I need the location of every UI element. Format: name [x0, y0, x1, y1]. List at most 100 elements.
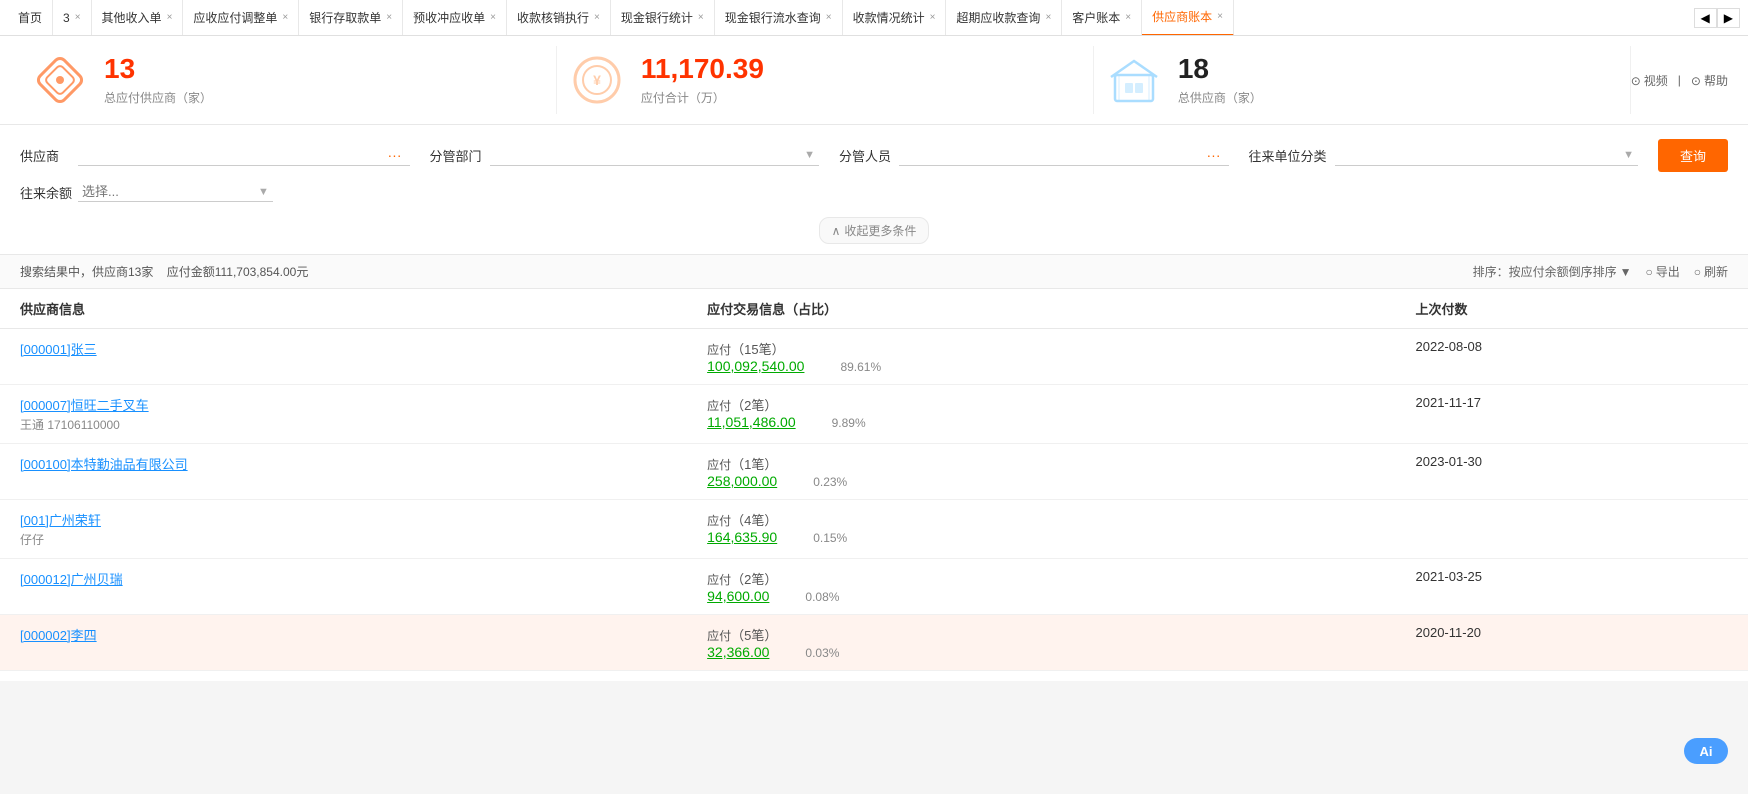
- nav-tab-supplier-ledger[interactable]: 供应商账本 ×: [1142, 0, 1234, 36]
- supplier-link[interactable]: [000002]李四: [20, 628, 97, 643]
- supplier-link[interactable]: [000100]本特勤油品有限公司: [20, 457, 188, 472]
- nav-tab-overdue-ar[interactable]: 超期应收款查询 ×: [946, 0, 1062, 36]
- tx-label: 应付: [707, 514, 731, 528]
- nav-tab-3-label: 3: [63, 11, 70, 25]
- nav-tab-prepay-ar-label: 预收冲应收单: [413, 9, 485, 26]
- result-summary-text: 搜索结果中，供应商13家 应付金额111,703,854.00元: [20, 263, 308, 280]
- tx-amount[interactable]: 100,092,540.00: [707, 358, 804, 374]
- nav-tab-3-close[interactable]: ×: [75, 12, 81, 23]
- nav-tab-customer-ledger[interactable]: 客户账本 ×: [1062, 0, 1142, 36]
- table-row: [000100]本特勤油品有限公司应付（1笔）258,000.000.23%20…: [0, 444, 1748, 500]
- nav-tab-other-income[interactable]: 其他收入单 ×: [92, 0, 184, 36]
- nav-tab-ar-ap-adjust-close[interactable]: ×: [282, 12, 288, 23]
- category-filter-label: 往来单位分类: [1249, 146, 1327, 165]
- nav-tab-other-income-close[interactable]: ×: [167, 12, 173, 23]
- sort-chevron-icon: ▼: [1620, 265, 1632, 279]
- nav-tab-prepay-ar[interactable]: 预收冲应收单 ×: [403, 0, 507, 36]
- nav-tab-cash-bank-stat[interactable]: 现金银行统计 ×: [611, 0, 715, 36]
- col-header-transaction: 应付交易信息（占比）: [687, 289, 1395, 329]
- tx-percent: 89.61%: [840, 360, 881, 374]
- svg-text:¥: ¥: [593, 72, 601, 88]
- filter-section: 供应商 ··· 分管部门 ▼ 分管人员 ··· 往来单位分类: [0, 125, 1748, 255]
- nav-tab-collection-stat[interactable]: 收款情况统计 ×: [843, 0, 947, 36]
- person-filter-input[interactable]: [903, 148, 1202, 163]
- supplier-dots-button[interactable]: ···: [384, 147, 406, 163]
- category-filter-select[interactable]: ▼: [1335, 146, 1638, 166]
- supplier-link[interactable]: [001]广州荣轩: [20, 513, 101, 528]
- dept-filter-label: 分管部门: [430, 146, 482, 165]
- transaction-label-row: 应付（15笔）: [707, 339, 1375, 358]
- nav-tab-ar-ap-adjust[interactable]: 应收应付调整单 ×: [183, 0, 299, 36]
- tx-label: 应付: [707, 573, 731, 587]
- nav-tab-collection-stat-close[interactable]: ×: [930, 12, 936, 23]
- nav-tab-3[interactable]: 3 ×: [53, 0, 92, 36]
- balance-filter-label: 往来余额: [20, 183, 70, 202]
- filter-supplier: 供应商 ···: [20, 145, 410, 166]
- transaction-amount-row: 100,092,540.00 89.61%: [707, 358, 1375, 374]
- person-dots-button[interactable]: ···: [1203, 147, 1225, 163]
- table-row: [000001]张三应付（15笔）100,092,540.0089.61%202…: [0, 329, 1748, 385]
- tx-label: 应付: [707, 458, 731, 472]
- nav-tab-prepay-ar-close[interactable]: ×: [490, 12, 496, 23]
- nav-tab-bank-deposit[interactable]: 银行存取款单 ×: [299, 0, 403, 36]
- video-link[interactable]: ⊙视频: [1631, 72, 1668, 89]
- tx-amount[interactable]: 11,051,486.00: [707, 414, 796, 430]
- nav-tab-cash-bank-stat-close[interactable]: ×: [698, 12, 704, 23]
- summary-card-payable-suppliers: 13 总应付供应商（家）: [20, 46, 557, 114]
- supplier-cell: [001]广州荣轩仔仔: [0, 500, 687, 559]
- refresh-button[interactable]: ○ 刷新: [1694, 263, 1728, 280]
- last-payment-cell: 2021-11-17: [1396, 385, 1748, 444]
- tx-amount[interactable]: 164,635.90: [707, 529, 777, 545]
- transaction-amount-row: 11,051,486.009.89%: [707, 414, 1375, 430]
- supplier-link[interactable]: [000007]恒旺二手叉车: [20, 398, 149, 413]
- tx-amount[interactable]: 258,000.00: [707, 473, 777, 489]
- tx-amount[interactable]: 32,366.00: [707, 644, 769, 660]
- transaction-cell: 应付（4笔）164,635.900.15%: [687, 500, 1395, 559]
- nav-tab-customer-ledger-close[interactable]: ×: [1125, 12, 1131, 23]
- table-container: 供应商信息 应付交易信息（占比） 上次付数 [000001]张三应付（15笔）1…: [0, 289, 1748, 681]
- tx-label: 应付: [707, 343, 731, 357]
- summary-info-payable-amount: 11,170.39 应付合计（万）: [641, 54, 764, 106]
- nav-tab-home[interactable]: 首页: [8, 0, 53, 36]
- nav-tab-collection-verify-label: 收款核销执行: [517, 9, 589, 26]
- nav-tab-collection-verify[interactable]: 收款核销执行 ×: [507, 0, 611, 36]
- ai-button[interactable]: Ai: [1684, 738, 1728, 764]
- nav-tab-cash-bank-flow[interactable]: 现金银行流水查询 ×: [715, 0, 843, 36]
- collapse-chevron-icon: ∧: [832, 224, 841, 238]
- export-icon: ○: [1645, 265, 1652, 279]
- supplier-link[interactable]: [000001]张三: [20, 342, 97, 357]
- help-link[interactable]: ⊙帮助: [1691, 72, 1728, 89]
- collapse-button[interactable]: ∧ 收起更多条件: [819, 217, 930, 244]
- category-filter-input[interactable]: [1339, 148, 1624, 163]
- dept-filter-select[interactable]: ▼: [490, 146, 819, 166]
- query-button[interactable]: 查询: [1658, 139, 1728, 172]
- dept-filter-input[interactable]: [494, 148, 805, 163]
- supplier-cell: [000100]本特勤油品有限公司: [0, 444, 687, 500]
- nav-tab-cash-bank-flow-close[interactable]: ×: [826, 12, 832, 23]
- balance-filter-select[interactable]: ▼: [78, 182, 273, 202]
- transaction-label-row: 应付（5笔）: [707, 625, 1375, 644]
- filter-balance: 往来余额 ▼: [20, 182, 260, 202]
- supplier-filter-input[interactable]: [82, 148, 384, 163]
- nav-tab-collection-verify-close[interactable]: ×: [594, 12, 600, 23]
- nav-tab-bank-deposit-close[interactable]: ×: [386, 12, 392, 23]
- total-suppliers-label: 总供应商（家）: [1178, 89, 1262, 106]
- tx-percent: 0.15%: [813, 531, 847, 545]
- nav-tab-supplier-ledger-close[interactable]: ×: [1217, 11, 1223, 22]
- sort-button[interactable]: 排序：按应付余额倒序排序 ▼: [1473, 263, 1632, 280]
- nav-prev-button[interactable]: ◀: [1694, 8, 1717, 28]
- filter-row-2: 往来余额 ▼: [20, 182, 1728, 202]
- nav-next-button[interactable]: ▶: [1717, 8, 1740, 28]
- nav-tab-other-income-label: 其他收入单: [102, 9, 162, 26]
- filter-department: 分管部门 ▼: [430, 146, 820, 166]
- nav-tab-overdue-ar-close[interactable]: ×: [1045, 12, 1051, 23]
- tx-percent: 0.23%: [813, 475, 847, 489]
- help-separator: |: [1678, 73, 1681, 87]
- tx-amount[interactable]: 94,600.00: [707, 588, 769, 604]
- transaction-amount-row: 258,000.00 0.23%: [707, 473, 1375, 489]
- help-links: ⊙视频 | ⊙帮助: [1631, 72, 1728, 89]
- supplier-link[interactable]: [000012]广州贝瑞: [20, 572, 123, 587]
- export-button[interactable]: ○ 导出: [1645, 263, 1679, 280]
- nav-tab-cash-bank-stat-label: 现金银行统计: [621, 9, 693, 26]
- balance-filter-input[interactable]: [82, 184, 258, 199]
